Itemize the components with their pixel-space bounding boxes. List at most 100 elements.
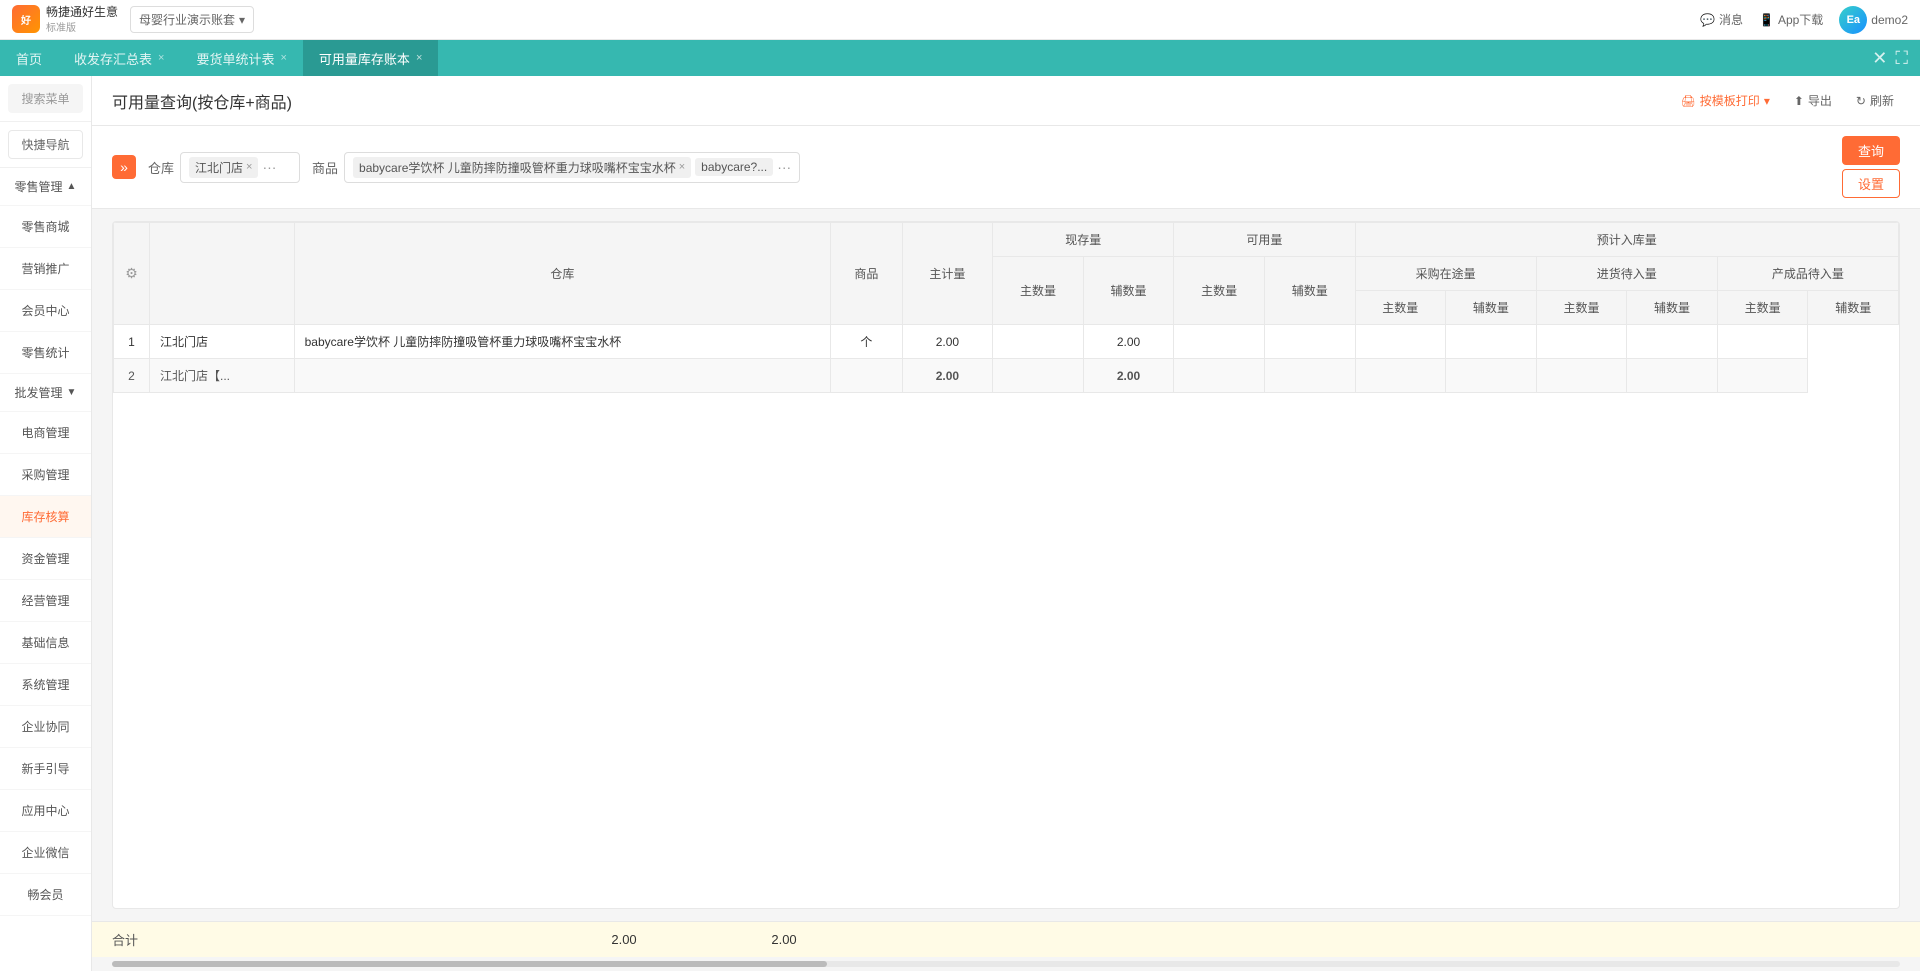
tab-receive[interactable]: 收发存汇总表 × xyxy=(58,40,180,76)
refresh-icon: ↻ xyxy=(1856,94,1866,108)
footer-avail-main: 2.00 xyxy=(744,932,824,947)
sidebar-item-finance[interactable]: 资金管理 xyxy=(0,538,91,580)
sidebar-item-enterprise[interactable]: 企业协同 xyxy=(0,706,91,748)
tab-order[interactable]: 要货单统计表 × xyxy=(180,40,302,76)
tab-home[interactable]: 首页 xyxy=(0,40,58,76)
sidebar-item-basic[interactable]: 基础信息 xyxy=(0,622,91,664)
sidebar-item-marketing[interactable]: 营销推广 xyxy=(0,248,91,290)
sidebar-item-apps[interactable]: 应用中心 xyxy=(0,790,91,832)
sidebar-label-member: 会员中心 xyxy=(21,302,69,319)
warehouse-tag-value: 江北门店 xyxy=(195,159,243,176)
quick-nav-btn[interactable]: 快捷导航 xyxy=(8,130,83,159)
sidebar-item-purchase[interactable]: 采购管理 xyxy=(0,454,91,496)
sidebar-item-retail-stats[interactable]: 零售统计 xyxy=(0,332,91,374)
refresh-btn[interactable]: ↻ 刷新 xyxy=(1850,88,1900,113)
th-current-main: 主数量 xyxy=(993,257,1084,325)
sidebar-label-system: 系统管理 xyxy=(21,676,69,693)
filter-actions: 查询 设置 xyxy=(1842,136,1900,198)
user-area[interactable]: Ea demo2 xyxy=(1839,6,1908,34)
product-input[interactable]: babycare学饮杯 儿童防摔防撞吸管杯重力球吸嘴杯宝宝水杯 × babyca… xyxy=(344,152,800,183)
group-avail-sub xyxy=(1174,359,1265,393)
group-purchase-sub xyxy=(1355,359,1446,393)
warehouse-tag-close[interactable]: × xyxy=(246,161,252,173)
sidebar-item-member[interactable]: 会员中心 xyxy=(0,290,91,332)
expand-icon[interactable]: ⛶ xyxy=(1895,48,1908,69)
sidebar-label-ecommerce: 电商管理 xyxy=(21,424,69,441)
filter-expand-btn[interactable]: » xyxy=(112,155,136,179)
sidebar-item-ecommerce[interactable]: 电商管理 xyxy=(0,412,91,454)
filter-bar: » 仓库 江北门店 × ··· 商品 babycare学饮杯 儿童防摔防撞吸管杯… xyxy=(92,126,1920,209)
settings-btn[interactable]: 设置 xyxy=(1842,169,1900,198)
sidebar-item-retail-shop[interactable]: 零售商城 xyxy=(0,206,91,248)
print-btn[interactable]: 🖨 按模板打印 ▾ xyxy=(1675,88,1776,113)
product-tag-1-value: babycare学饮杯 儿童防摔防撞吸管杯重力球吸嘴杯宝宝水杯 xyxy=(359,159,676,176)
industry-selector[interactable]: 母婴行业演示账套 ▾ xyxy=(130,6,254,33)
print-icon: 🖨 xyxy=(1681,94,1696,108)
message-btn[interactable]: 💬 消息 xyxy=(1700,11,1743,28)
export-btn[interactable]: ⬆ 导出 xyxy=(1788,88,1838,113)
page-header-actions: 🖨 按模板打印 ▾ ⬆ 导出 ↻ 刷新 xyxy=(1675,88,1900,113)
th-avail-sub: 辅数量 xyxy=(1264,257,1355,325)
product-label: 商品 xyxy=(312,158,338,177)
th-current-sub: 辅数量 xyxy=(1083,257,1174,325)
sidebar-item-wholesale[interactable]: 批发管理 ▼ xyxy=(0,374,91,412)
scroll-thumb[interactable] xyxy=(112,961,827,967)
td-prod-main xyxy=(1627,325,1718,359)
chevron-up-icon: ▲ xyxy=(67,181,77,192)
sidebar-item-vip[interactable]: 畅会员 xyxy=(0,874,91,916)
tab-receive-close[interactable]: × xyxy=(158,52,164,64)
td-inbound-main xyxy=(1446,325,1537,359)
td-current-main: 2.00 xyxy=(902,325,993,359)
sidebar-item-retail-mgmt[interactable]: 零售管理 ▲ xyxy=(0,168,91,206)
product-field: 商品 babycare学饮杯 儿童防摔防撞吸管杯重力球吸嘴杯宝宝水杯 × bab… xyxy=(312,152,800,183)
group-prod-sub xyxy=(1717,359,1808,393)
sidebar-item-weixin[interactable]: 企业微信 xyxy=(0,832,91,874)
app-download-btn[interactable]: 📱 App下载 xyxy=(1759,11,1823,28)
sidebar-item-guide[interactable]: 新手引导 xyxy=(0,748,91,790)
th-purchase-main: 主数量 xyxy=(1355,291,1446,325)
page-title: 可用量查询(按仓库+商品) xyxy=(112,89,292,113)
th-prod-sub: 辅数量 xyxy=(1808,291,1899,325)
th-prod-main: 主数量 xyxy=(1717,291,1808,325)
group-purchase-main xyxy=(1264,359,1355,393)
sidebar-nav-area: 快捷导航 xyxy=(0,122,91,168)
product-tag-2-value: babycare?... xyxy=(701,160,767,174)
query-btn[interactable]: 查询 xyxy=(1842,136,1900,165)
group-inbound-sub xyxy=(1536,359,1627,393)
column-settings-icon[interactable]: ⚙ xyxy=(125,265,138,281)
scroll-track[interactable] xyxy=(112,961,1900,967)
close-all-tabs-icon[interactable]: ✕ xyxy=(1872,48,1887,69)
product-more-icon[interactable]: ··· xyxy=(777,159,791,175)
warehouse-label: 仓库 xyxy=(148,158,174,177)
footer-bar: 合计 2.00 2.00 xyxy=(92,921,1920,957)
th-index xyxy=(150,223,295,325)
sidebar-item-operations[interactable]: 经营管理 xyxy=(0,580,91,622)
td-product: babycare学饮杯 儿童防摔防撞吸管杯重力球吸嘴杯宝宝水杯 xyxy=(294,325,831,359)
sidebar-item-system[interactable]: 系统管理 xyxy=(0,664,91,706)
product-tag-1-close[interactable]: × xyxy=(679,161,685,173)
tab-available-close[interactable]: × xyxy=(416,52,422,64)
sidebar-label-guide: 新手引导 xyxy=(21,760,69,777)
avatar: Ea xyxy=(1839,6,1867,34)
warehouse-input[interactable]: 江北门店 × ··· xyxy=(180,152,300,183)
tab-available[interactable]: 可用量库存账本 × xyxy=(303,40,438,76)
warehouse-more-icon[interactable]: ··· xyxy=(262,159,276,175)
sidebar-item-inventory[interactable]: 库存核算 xyxy=(0,496,91,538)
th-purchase-sub: 辅数量 xyxy=(1446,291,1537,325)
message-label: 消息 xyxy=(1719,11,1743,28)
tab-order-close[interactable]: × xyxy=(280,52,286,64)
th-settings: ⚙ xyxy=(114,223,150,325)
search-menu-btn[interactable]: 搜索菜单 xyxy=(8,84,83,113)
group-avail-main: 2.00 xyxy=(1083,359,1174,393)
message-icon: 💬 xyxy=(1700,13,1715,27)
sidebar-label-operations: 经营管理 xyxy=(21,592,69,609)
app-label: App下载 xyxy=(1778,11,1823,28)
th-available: 可用量 xyxy=(1174,223,1355,257)
export-icon: ⬆ xyxy=(1794,94,1804,108)
sidebar-label-marketing: 营销推广 xyxy=(21,260,69,277)
data-table: ⚙ 仓库 商品 主计量 现存量 可用量 预计入库量 主数量 辅数量 主数量 xyxy=(113,222,1899,393)
tab-receive-label: 收发存汇总表 xyxy=(74,49,152,68)
td-unit: 个 xyxy=(831,325,903,359)
group-product xyxy=(294,359,831,393)
tab-available-label: 可用量库存账本 xyxy=(319,49,410,68)
